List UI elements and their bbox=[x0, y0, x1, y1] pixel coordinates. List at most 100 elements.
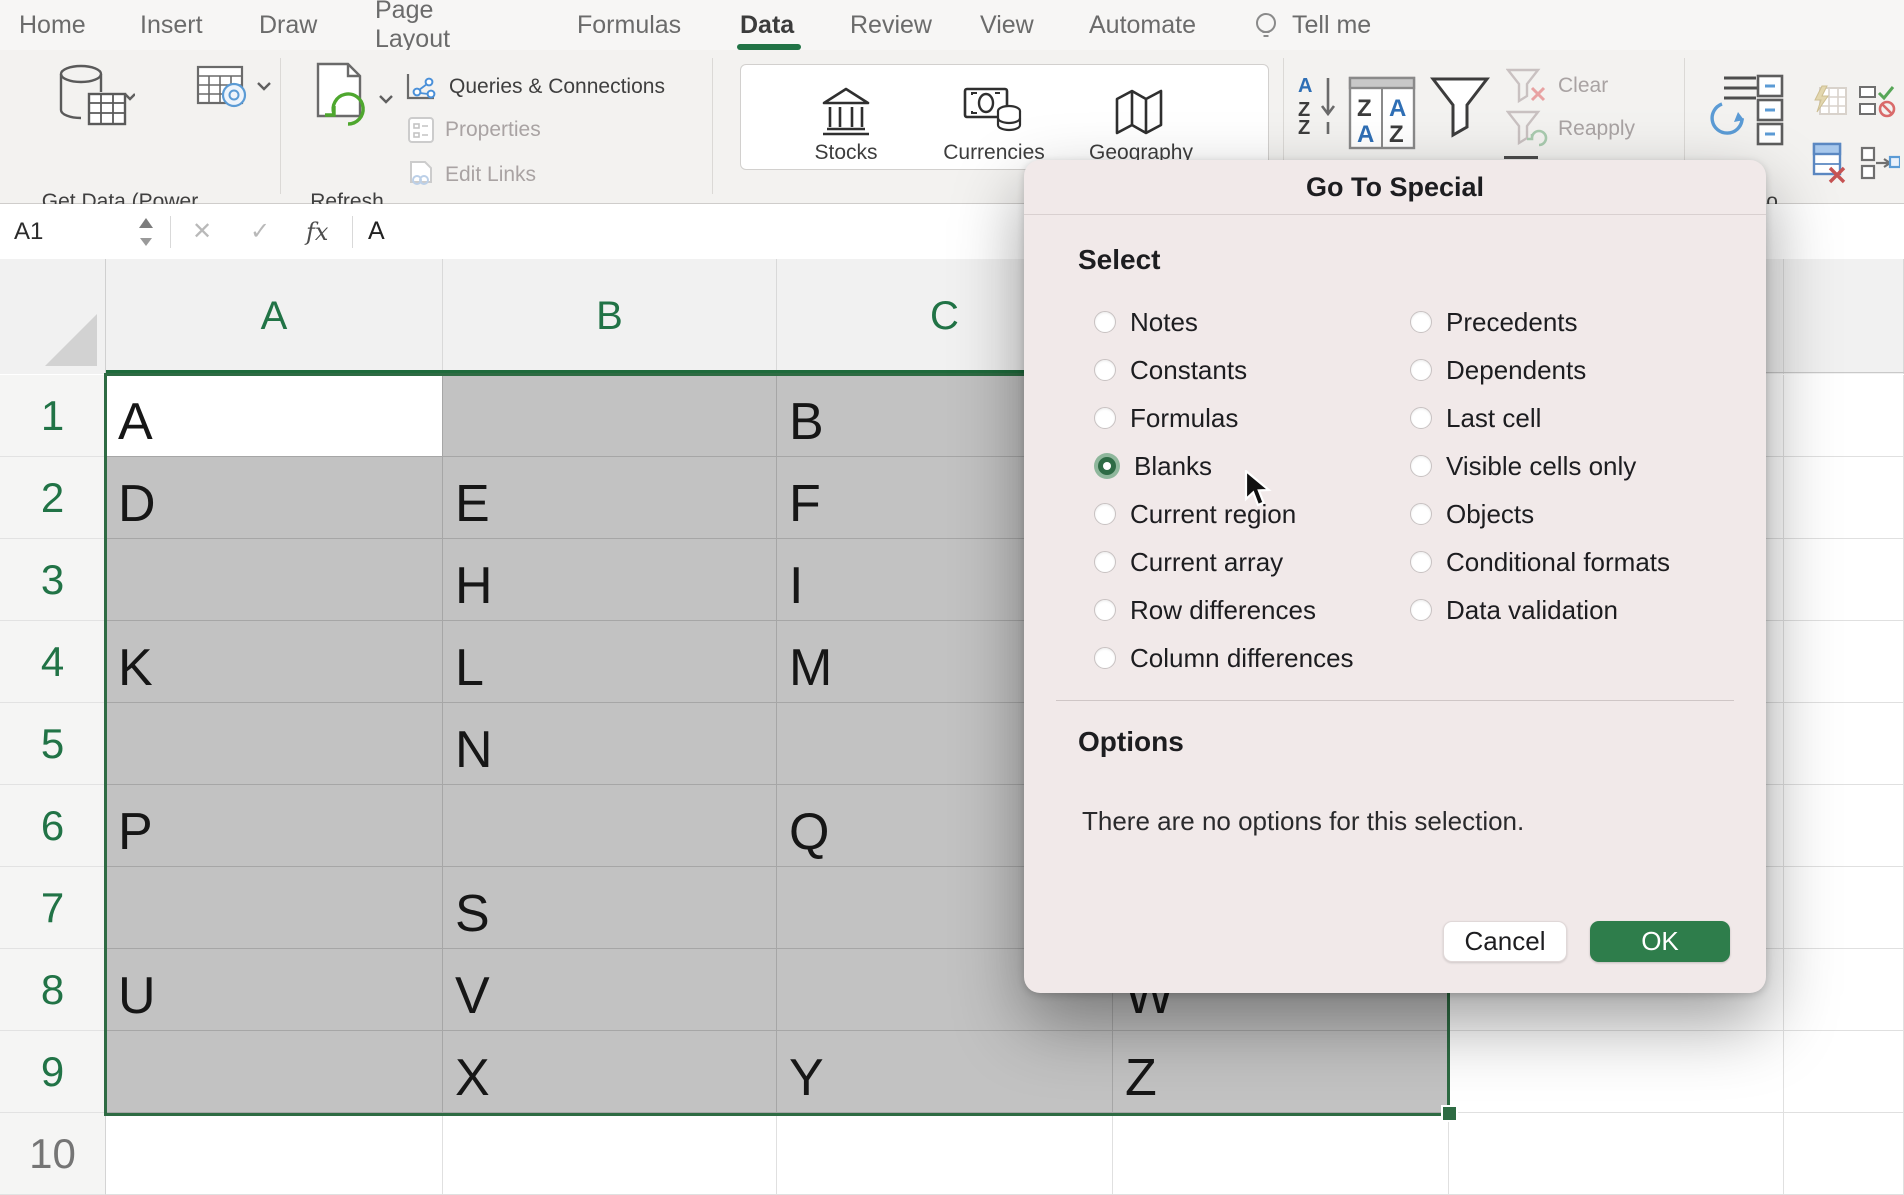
cell-B9[interactable]: X bbox=[443, 1031, 777, 1113]
row-header-1[interactable]: 1 bbox=[0, 375, 106, 457]
remove-duplicates-button[interactable] bbox=[1812, 142, 1848, 184]
cell-A10[interactable] bbox=[106, 1113, 443, 1195]
enter-entry-icon[interactable]: ✓ bbox=[250, 204, 270, 259]
column-header-F[interactable] bbox=[1784, 259, 1904, 374]
cell-B3[interactable]: H bbox=[443, 539, 777, 621]
geography-button[interactable]: Geography bbox=[1081, 65, 1201, 169]
cell-D10[interactable] bbox=[1113, 1113, 1449, 1195]
insert-function-icon[interactable]: fx bbox=[306, 204, 328, 259]
radio-option-visible-cells-only[interactable]: Visible cells only bbox=[1410, 449, 1636, 483]
tab-tell-me[interactable]: Tell me bbox=[1292, 0, 1371, 50]
cell-A3[interactable] bbox=[106, 539, 443, 621]
cell-B10[interactable] bbox=[443, 1113, 777, 1195]
cell-A6[interactable]: P bbox=[106, 785, 443, 867]
filter-button[interactable] bbox=[1430, 76, 1490, 150]
radio-option-formulas[interactable]: Formulas bbox=[1094, 401, 1238, 435]
reapply-filter-button[interactable]: Reapply bbox=[1506, 110, 1635, 148]
flash-fill-button[interactable] bbox=[1810, 84, 1848, 118]
cell-F2[interactable] bbox=[1784, 457, 1904, 539]
tab-view[interactable]: View bbox=[980, 0, 1034, 50]
column-header-A[interactable]: A bbox=[106, 259, 443, 374]
tab-home[interactable]: Home bbox=[19, 0, 86, 50]
row-header-3[interactable]: 3 bbox=[0, 539, 106, 621]
cell-F10[interactable] bbox=[1784, 1113, 1904, 1195]
text-to-columns-button[interactable] bbox=[1710, 70, 1784, 148]
row-header-2[interactable]: 2 bbox=[0, 457, 106, 539]
queries-connections-button[interactable]: Queries & Connections bbox=[405, 72, 665, 102]
radio-option-objects[interactable]: Objects bbox=[1410, 497, 1534, 531]
selection-fill-handle[interactable] bbox=[1441, 1105, 1458, 1122]
cell-C9[interactable]: Y bbox=[777, 1031, 1113, 1113]
stocks-button[interactable]: Stocks bbox=[791, 65, 901, 169]
cell-F4[interactable] bbox=[1784, 621, 1904, 703]
advanced-button-partial[interactable] bbox=[1504, 156, 1538, 159]
cell-A8[interactable]: U bbox=[106, 949, 443, 1031]
cell-B6[interactable] bbox=[443, 785, 777, 867]
cell-F5[interactable] bbox=[1784, 703, 1904, 785]
column-header-B[interactable]: B bbox=[443, 259, 777, 374]
cell-E10[interactable] bbox=[1449, 1113, 1784, 1195]
radio-option-current-array[interactable]: Current array bbox=[1094, 545, 1283, 579]
row-header-7[interactable]: 7 bbox=[0, 867, 106, 949]
row-header-4[interactable]: 4 bbox=[0, 621, 106, 703]
cell-C10[interactable] bbox=[777, 1113, 1113, 1195]
cell-F8[interactable] bbox=[1784, 949, 1904, 1031]
radio-option-dependents[interactable]: Dependents bbox=[1410, 353, 1586, 387]
radio-option-constants[interactable]: Constants bbox=[1094, 353, 1247, 387]
radio-option-data-validation[interactable]: Data validation bbox=[1410, 593, 1618, 627]
currencies-button[interactable]: Currencies bbox=[934, 65, 1054, 169]
cell-F7[interactable] bbox=[1784, 867, 1904, 949]
cell-F6[interactable] bbox=[1784, 785, 1904, 867]
tab-automate[interactable]: Automate bbox=[1089, 0, 1196, 50]
tab-draw[interactable]: Draw bbox=[259, 0, 317, 50]
radio-option-precedents[interactable]: Precedents bbox=[1410, 305, 1578, 339]
row-header-10[interactable]: 10 bbox=[0, 1113, 106, 1195]
radio-option-row-differences[interactable]: Row differences bbox=[1094, 593, 1316, 627]
edit-links-button[interactable]: Edit Links bbox=[407, 160, 536, 190]
radio-option-current-region[interactable]: Current region bbox=[1094, 497, 1296, 531]
formula-input[interactable]: A bbox=[368, 204, 385, 259]
row-header-6[interactable]: 6 bbox=[0, 785, 106, 867]
clear-filter-button[interactable]: Clear bbox=[1506, 68, 1608, 104]
radio-option-notes[interactable]: Notes bbox=[1094, 305, 1198, 339]
tab-data[interactable]: Data bbox=[740, 0, 794, 50]
cell-F1[interactable] bbox=[1784, 375, 1904, 457]
cell-B2[interactable]: E bbox=[443, 457, 777, 539]
cell-D9[interactable]: Z bbox=[1113, 1031, 1449, 1113]
tab-page-layout[interactable]: Page Layout bbox=[375, 0, 450, 50]
row-header-5[interactable]: 5 bbox=[0, 703, 106, 785]
properties-button[interactable]: Properties bbox=[407, 116, 541, 144]
name-box[interactable]: A1 bbox=[14, 204, 43, 259]
cancel-button[interactable]: Cancel bbox=[1443, 921, 1567, 962]
ok-button[interactable]: OK bbox=[1590, 921, 1730, 962]
get-data-button[interactable] bbox=[55, 62, 135, 140]
cell-B4[interactable]: L bbox=[443, 621, 777, 703]
select-all-corner[interactable] bbox=[0, 259, 106, 374]
consolidate-button[interactable] bbox=[1860, 146, 1900, 180]
cell-A2[interactable]: D bbox=[106, 457, 443, 539]
radio-option-conditional-formats[interactable]: Conditional formats bbox=[1410, 545, 1670, 579]
table-snapshot-button[interactable] bbox=[196, 65, 274, 111]
sort-ascending-button[interactable]: A Z Z bbox=[1296, 72, 1340, 134]
cell-A9[interactable] bbox=[106, 1031, 443, 1113]
cancel-entry-icon[interactable]: ✕ bbox=[192, 204, 212, 259]
cell-A4[interactable]: K bbox=[106, 621, 443, 703]
radio-option-blanks[interactable]: Blanks bbox=[1094, 449, 1212, 483]
tab-review[interactable]: Review bbox=[850, 0, 932, 50]
row-header-9[interactable]: 9 bbox=[0, 1031, 106, 1113]
cell-B1[interactable] bbox=[443, 375, 777, 457]
cell-B8[interactable]: V bbox=[443, 949, 777, 1031]
cell-A7[interactable] bbox=[106, 867, 443, 949]
radio-option-last-cell[interactable]: Last cell bbox=[1410, 401, 1541, 435]
cell-A5[interactable] bbox=[106, 703, 443, 785]
tab-formulas[interactable]: Formulas bbox=[577, 0, 681, 50]
tab-insert[interactable]: Insert bbox=[140, 0, 203, 50]
cell-B5[interactable]: N bbox=[443, 703, 777, 785]
cell-B7[interactable]: S bbox=[443, 867, 777, 949]
sort-button[interactable]: Z A A Z bbox=[1348, 76, 1416, 150]
cell-A1[interactable]: A bbox=[106, 375, 443, 457]
name-box-spinner[interactable] bbox=[136, 216, 156, 248]
cell-E9[interactable] bbox=[1449, 1031, 1784, 1113]
data-validation-button[interactable] bbox=[1858, 84, 1898, 118]
cell-F9[interactable] bbox=[1784, 1031, 1904, 1113]
